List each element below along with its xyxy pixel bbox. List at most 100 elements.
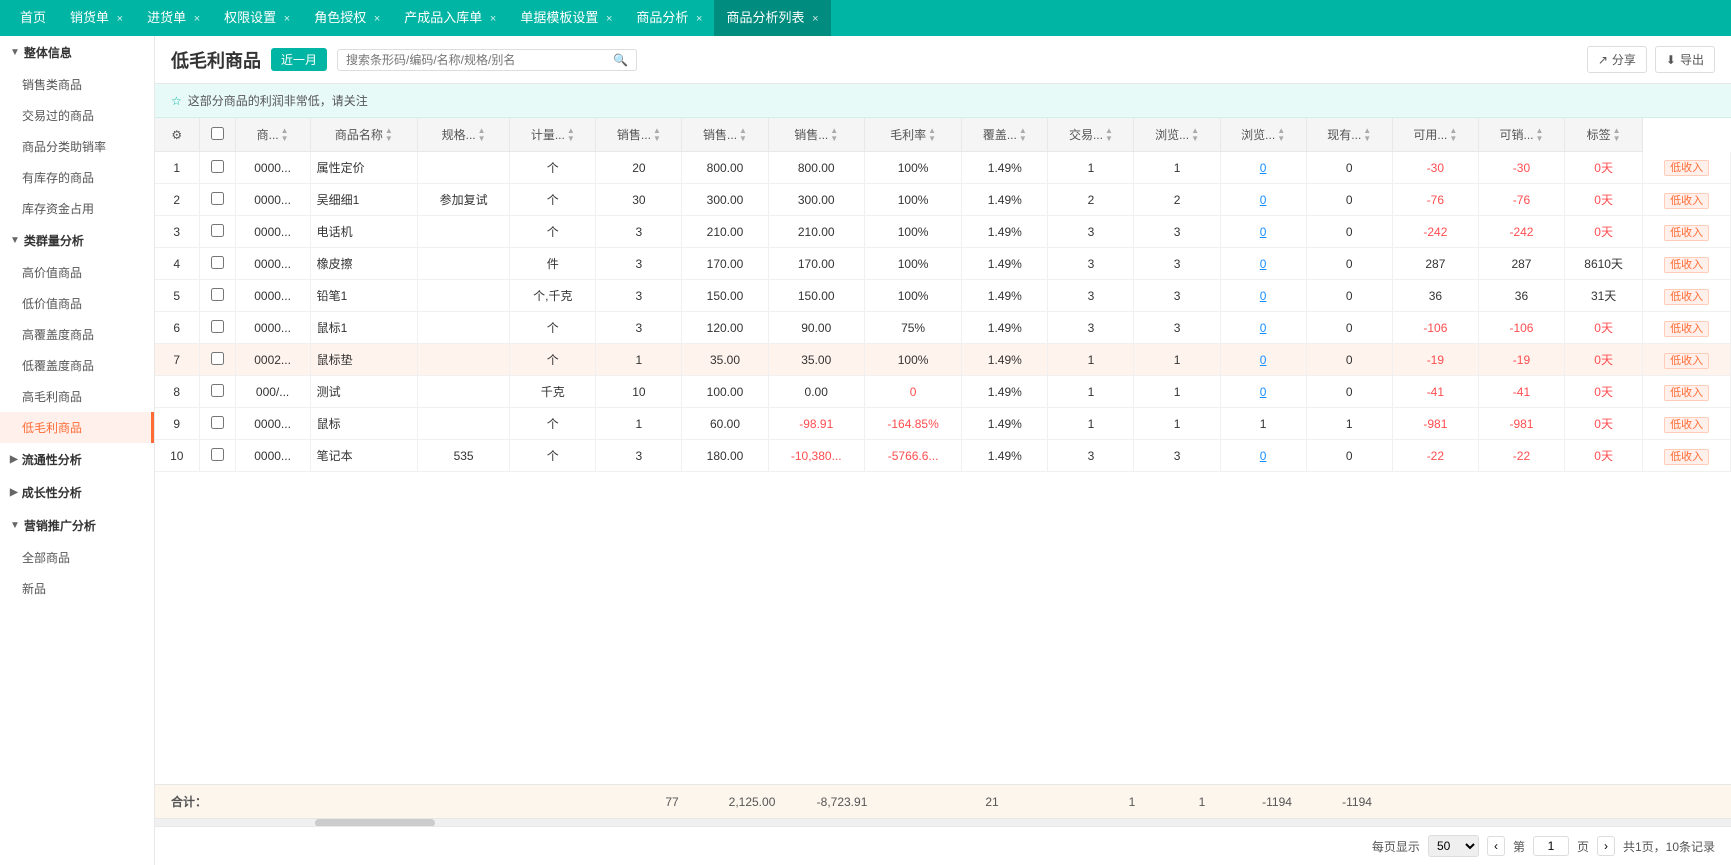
row-checkbox[interactable] xyxy=(211,256,224,269)
pagination-bar: 每页显示 50 100 200 ‹ 第 页 › 共1页，10条记录 xyxy=(155,826,1731,865)
sort-icon: ▲▼ xyxy=(1363,127,1371,143)
sidebar-item-new-goods[interactable]: 新品 xyxy=(0,573,154,604)
sidebar-item-sales-goods[interactable]: 销售类商品 xyxy=(0,69,154,100)
col-trade[interactable]: 交易...▲▼ xyxy=(1048,118,1134,152)
nav-home[interactable]: 首页 xyxy=(8,0,58,36)
cell-checkbox[interactable] xyxy=(199,408,235,440)
nav-analysis[interactable]: 商品分析 × xyxy=(624,0,714,36)
cell-tag: 低收入 xyxy=(1643,248,1731,280)
nav-role[interactable]: 角色授权 × xyxy=(302,0,392,36)
cell-trade: 3 xyxy=(1134,216,1220,248)
col-unit[interactable]: 计量...▲▼ xyxy=(510,118,596,152)
sidebar-item-low-coverage[interactable]: 低覆盖度商品 xyxy=(0,350,154,381)
sidebar-group-flow-title[interactable]: ▶ 流通性分析 xyxy=(0,443,154,476)
sidebar-item-high-margin[interactable]: 高毛利商品 xyxy=(0,381,154,412)
tag-badge: 低收入 xyxy=(1664,225,1709,241)
row-checkbox[interactable] xyxy=(211,448,224,461)
col-stock[interactable]: 现有...▲▼ xyxy=(1306,118,1392,152)
search-input[interactable] xyxy=(346,53,613,67)
row-checkbox[interactable] xyxy=(211,416,224,429)
row-checkbox[interactable] xyxy=(211,160,224,173)
col-tag[interactable]: 标签▲▼ xyxy=(1565,118,1643,152)
col-coverage[interactable]: 覆盖...▲▼ xyxy=(962,118,1048,152)
cell-checkbox[interactable] xyxy=(199,248,235,280)
export-button[interactable]: ⬇ 导出 xyxy=(1655,46,1715,73)
cell-pct: 100% xyxy=(864,152,961,184)
col-view2[interactable]: 浏览...▲▼ xyxy=(1220,118,1306,152)
prev-page-button[interactable]: ‹ xyxy=(1487,836,1505,856)
sidebar-group-cluster-title[interactable]: ▼ 类群量分析 xyxy=(0,224,154,257)
cell-checkbox[interactable] xyxy=(199,216,235,248)
col-checkbox[interactable] xyxy=(199,118,235,152)
col-salable[interactable]: 可销...▲▼ xyxy=(1478,118,1564,152)
sidebar-item-low-value[interactable]: 低价值商品 xyxy=(0,288,154,319)
col-settings[interactable]: ⚙ xyxy=(155,118,199,152)
cell-checkbox[interactable] xyxy=(199,280,235,312)
sidebar-group-overall-title[interactable]: ▼ 整体信息 xyxy=(0,36,154,69)
cell-checkbox[interactable] xyxy=(199,376,235,408)
sidebar-item-stock-goods[interactable]: 有库存的商品 xyxy=(0,162,154,193)
cell-checkbox[interactable] xyxy=(199,312,235,344)
page-size-select[interactable]: 50 100 200 xyxy=(1428,835,1479,857)
col-amount[interactable]: 销售...▲▼ xyxy=(768,118,864,152)
cell-checkbox[interactable] xyxy=(199,440,235,472)
row-checkbox[interactable] xyxy=(211,352,224,365)
time-filter-button[interactable]: 近一月 xyxy=(271,48,327,71)
nav-sales[interactable]: 销货单 × xyxy=(58,0,135,36)
nav-analysis-list[interactable]: 商品分析列表 × xyxy=(714,0,830,36)
cell-trade: 3 xyxy=(1134,312,1220,344)
share-button[interactable]: ↗ 分享 xyxy=(1587,46,1647,73)
close-icon[interactable]: × xyxy=(696,13,702,25)
horizontal-scrollbar[interactable] xyxy=(155,818,1731,826)
row-checkbox[interactable] xyxy=(211,192,224,205)
col-name[interactable]: 商品名称▲▼ xyxy=(310,118,417,152)
sidebar-item-capital[interactable]: 库存资金占用 xyxy=(0,193,154,224)
select-all-checkbox[interactable] xyxy=(211,127,224,140)
cell-code: 0000... xyxy=(235,152,310,184)
col-price[interactable]: 销售...▲▼ xyxy=(682,118,768,152)
sidebar-item-traded-goods[interactable]: 交易过的商品 xyxy=(0,100,154,131)
cell-checkbox[interactable] xyxy=(199,184,235,216)
cell-checkbox[interactable] xyxy=(199,152,235,184)
close-icon[interactable]: × xyxy=(812,13,818,25)
row-checkbox[interactable] xyxy=(211,224,224,237)
nav-product-in[interactable]: 产成品入库单 × xyxy=(392,0,508,36)
sidebar-item-high-value[interactable]: 高价值商品 xyxy=(0,257,154,288)
close-icon[interactable]: × xyxy=(374,13,380,25)
cell-code: 000/... xyxy=(235,376,310,408)
close-icon[interactable]: × xyxy=(284,13,290,25)
cell-price: 180.00 xyxy=(682,440,768,472)
cell-checkbox[interactable] xyxy=(199,344,235,376)
close-icon[interactable]: × xyxy=(117,13,123,25)
row-checkbox[interactable] xyxy=(211,288,224,301)
col-view1[interactable]: 浏览...▲▼ xyxy=(1134,118,1220,152)
nav-permission[interactable]: 权限设置 × xyxy=(212,0,302,36)
nav-purchase[interactable]: 进货单 × xyxy=(135,0,212,36)
close-icon[interactable]: × xyxy=(194,13,200,25)
row-checkbox[interactable] xyxy=(211,320,224,333)
col-avail[interactable]: 可用...▲▼ xyxy=(1392,118,1478,152)
sidebar-group-marketing-title[interactable]: ▼ 营销推广分析 xyxy=(0,509,154,542)
total-bar: 合计： 77 2,125.00 -8,723.91 21 1 1 -1194 -… xyxy=(155,784,1731,818)
sidebar-item-all-goods[interactable]: 全部商品 xyxy=(0,542,154,573)
search-icon[interactable]: 🔍 xyxy=(613,53,628,67)
close-icon[interactable]: × xyxy=(490,13,496,25)
col-qty[interactable]: 销售...▲▼ xyxy=(596,118,682,152)
sidebar-item-high-coverage[interactable]: 高覆盖度商品 xyxy=(0,319,154,350)
col-spec[interactable]: 规格...▲▼ xyxy=(417,118,509,152)
next-page-button[interactable]: › xyxy=(1597,836,1615,856)
cell-tag: 低收入 xyxy=(1643,312,1731,344)
search-box: 🔍 xyxy=(337,49,637,71)
sidebar-item-low-margin[interactable]: 低毛利商品 xyxy=(0,412,154,443)
col-gross[interactable]: 毛利率▲▼ xyxy=(864,118,961,152)
col-code[interactable]: 商...▲▼ xyxy=(235,118,310,152)
cell-view1: 0 xyxy=(1220,344,1306,376)
total-view1: 1 xyxy=(1097,795,1167,809)
row-checkbox[interactable] xyxy=(211,384,224,397)
sidebar-item-category-rate[interactable]: 商品分类助销率 xyxy=(0,131,154,162)
close-icon[interactable]: × xyxy=(606,13,612,25)
current-page-input[interactable] xyxy=(1533,836,1569,856)
sidebar-group-growth-title[interactable]: ▶ 成长性分析 xyxy=(0,476,154,509)
nav-template[interactable]: 单据模板设置 × xyxy=(508,0,624,36)
cell-code: 0002... xyxy=(235,344,310,376)
